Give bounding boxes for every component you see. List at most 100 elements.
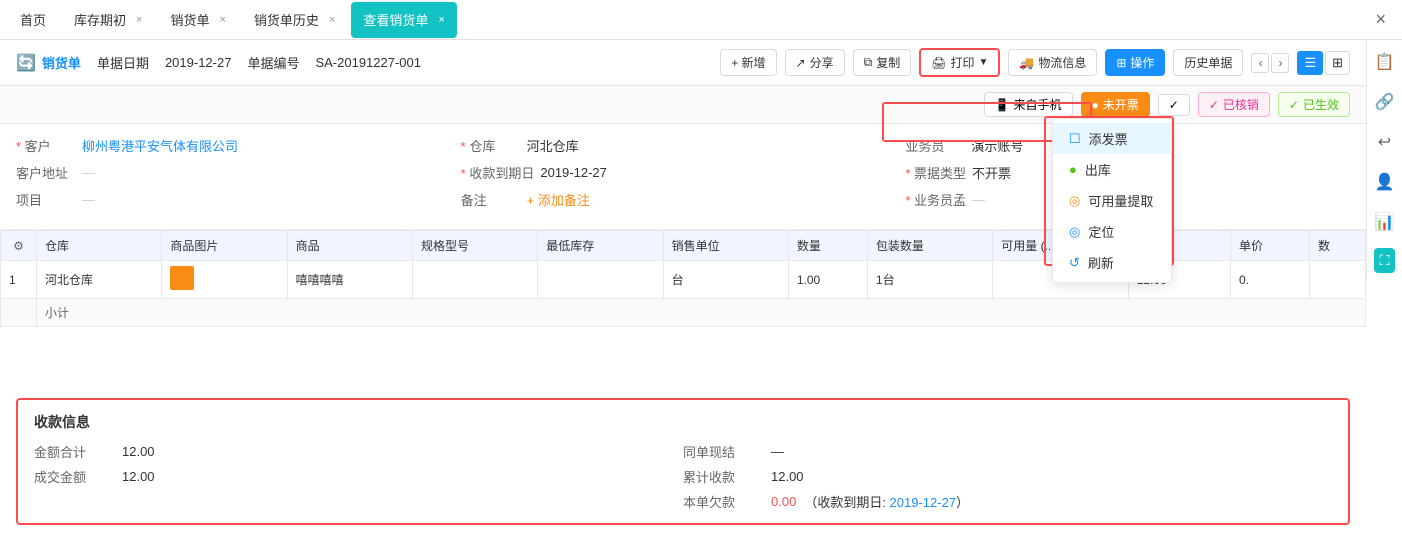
avail-icon: ◎ — [1069, 193, 1080, 209]
dropdown-item-avail[interactable]: ◎ 可用量提取 — [1053, 185, 1171, 216]
locate-label: 定位 — [1088, 222, 1114, 241]
sidebar-icon-link[interactable]: 🔗 — [1371, 88, 1399, 116]
staff-value: 演示账号 — [971, 136, 1023, 155]
add-invoice-label: 添发票 — [1089, 129, 1128, 148]
grid-view-btn[interactable]: ⊞ — [1325, 51, 1350, 75]
sidebar-icon-expand[interactable]: ⛶ — [1374, 248, 1396, 273]
row-spec — [412, 261, 537, 299]
tab-view-sales[interactable]: 查看销货单 × — [351, 2, 456, 38]
sold-badge: ✓ 已核销 — [1198, 92, 1270, 117]
tab-inventory[interactable]: 库存期初 × — [62, 2, 154, 38]
col-gear: ⚙ — [1, 231, 37, 261]
copy-label: 复制 — [876, 54, 900, 71]
tab-sales-history-close[interactable]: × — [329, 14, 335, 26]
staff-label: 业务员 — [905, 136, 965, 155]
add-button[interactable]: + 新增 — [720, 49, 776, 76]
tab-inventory-close[interactable]: × — [136, 14, 142, 26]
window-close-button[interactable]: × — [1367, 9, 1394, 30]
tab-sales-history[interactable]: 销货单历史 × — [242, 2, 347, 38]
tab-sales[interactable]: 销货单 × — [158, 2, 237, 38]
sidebar-icon-chart[interactable]: 📊 — [1371, 208, 1399, 236]
dropdown-item-outbound[interactable]: ● 出库 — [1053, 154, 1171, 185]
tab-inventory-label: 库存期初 — [74, 10, 126, 29]
salesman-label: 业务员孟 — [905, 190, 966, 209]
row-product: 嘻嘻嘻嘻 — [287, 261, 412, 299]
arrears-row: 本单欠款 0.00 （收款到期日: 2019-12-27） — [683, 492, 1332, 511]
ticket-label: 票据类型 — [905, 163, 966, 182]
note-label: 备注 — [461, 190, 521, 209]
sidebar-icon-return[interactable]: ↩ — [1374, 128, 1395, 156]
number-value: SA-20191227-001 — [315, 55, 421, 70]
confirm-button[interactable]: ✓ — [1158, 94, 1190, 116]
operations-icon: ⊞ — [1116, 56, 1126, 70]
dropdown-item-locate[interactable]: ◎ 定位 — [1053, 216, 1171, 247]
dropdown-item-refresh[interactable]: ↺ 刷新 — [1053, 247, 1171, 278]
add-note-label: 添加备注 — [538, 193, 590, 208]
amount-total-value: 12.00 — [122, 444, 155, 459]
sold-check-icon: ✓ — [1209, 98, 1219, 112]
row-index: 1 — [1, 261, 37, 299]
col-warehouse: 仓库 — [37, 231, 162, 261]
gear-icon[interactable]: ⚙ — [13, 239, 24, 253]
address-field: 客户地址 — — [16, 163, 461, 182]
dropdown-item-add-invoice[interactable]: ☐ 添发票 — [1053, 123, 1171, 154]
logistics-button[interactable]: 🚚 物流信息 — [1008, 49, 1097, 76]
outbound-icon: ● — [1069, 162, 1077, 177]
cumulative-value: 12.00 — [771, 469, 804, 484]
operations-button[interactable]: ⊞ 操作 — [1105, 49, 1165, 76]
not-open-icon: ● — [1092, 98, 1099, 112]
col-product-img: 商品图片 — [162, 231, 287, 261]
logistics-label: 物流信息 — [1038, 54, 1086, 71]
not-open-label: 未开票 — [1103, 96, 1139, 113]
prev-arrow[interactable]: ‹ — [1251, 53, 1269, 73]
print-button[interactable]: 🖨 打印 ▼ — [919, 48, 1000, 77]
effective-label: 已生效 — [1303, 96, 1339, 113]
operations-dropdown: ☐ 添发票 ● 出库 ◎ 可用量提取 ◎ 定位 ↺ 刷新 — [1052, 118, 1172, 283]
arrears-label: 本单欠款 — [683, 492, 763, 511]
copy-icon: ⧉ — [864, 55, 873, 70]
warehouse-field: 仓库 河北仓库 — [461, 136, 906, 155]
avail-label: 可用量提取 — [1088, 191, 1153, 210]
nav-arrows: ‹ › — [1251, 53, 1289, 73]
toolbar: + 新增 ↗ 分享 ⧉ 复制 🖨 打印 ▼ 🚚 物流信息 — [720, 48, 1350, 77]
row-warehouse: 河北仓库 — [37, 261, 162, 299]
due-date-field: 收款到期日 2019-12-27 — [461, 163, 906, 182]
customer-field: 客户 柳州粤港平安气体有限公司 — [16, 136, 461, 155]
document-header: 🔄 销货单 单据日期 2019-12-27 单据编号 SA-20191227-0… — [0, 40, 1366, 86]
cumulative-label: 累计收款 — [683, 467, 763, 486]
list-view-btn[interactable]: ☰ — [1297, 51, 1323, 75]
share-button[interactable]: ↗ 分享 — [785, 49, 845, 76]
row-product-img — [162, 261, 287, 299]
refresh-icon: ↺ — [1069, 255, 1080, 271]
refresh-label: 刷新 — [1088, 253, 1114, 272]
subtotal-row: 小计 — [1, 299, 1366, 327]
tab-sales-close[interactable]: × — [219, 14, 225, 26]
from-phone-button[interactable]: 📱 来自手机 — [984, 92, 1073, 117]
subtotal-empty — [1, 299, 37, 327]
doc-icon: 🔄 — [16, 53, 36, 73]
tab-home[interactable]: 首页 — [8, 2, 58, 38]
deal-amount-label: 成交金额 — [34, 467, 114, 486]
due-note: （收款到期日: 2019-12-27） — [804, 492, 969, 511]
tab-view-sales-close[interactable]: × — [438, 14, 444, 26]
customer-value[interactable]: 柳州粤港平安气体有限公司 — [82, 136, 238, 155]
add-note-icon: + — [527, 193, 535, 208]
salesman-value: — — [972, 192, 985, 207]
arrears-value: 0.00 — [771, 494, 796, 509]
history-button[interactable]: 历史单据 — [1173, 49, 1243, 76]
next-arrow[interactable]: › — [1271, 53, 1289, 73]
sidebar-icon-user[interactable]: 👤 — [1371, 168, 1399, 196]
add-note-btn[interactable]: + 添加备注 — [527, 190, 590, 209]
copy-button[interactable]: ⧉ 复制 — [853, 49, 912, 76]
not-open-button[interactable]: ● 未开票 — [1081, 92, 1150, 117]
subtotal-label: 小计 — [37, 299, 1366, 327]
summary-title: 收款信息 — [34, 412, 1332, 432]
same-order-value: — — [771, 444, 784, 459]
sidebar-icon-doc[interactable]: 📋 — [1371, 48, 1399, 76]
cumulative-row: 累计收款 12.00 — [683, 467, 1332, 486]
due-date-link[interactable]: 2019-12-27 — [890, 495, 957, 510]
address-label: 客户地址 — [16, 163, 76, 182]
same-order-row: 同单现结 — — [683, 442, 1332, 461]
phone-icon: 📱 — [995, 98, 1010, 112]
tab-sales-label: 销货单 — [170, 10, 209, 29]
